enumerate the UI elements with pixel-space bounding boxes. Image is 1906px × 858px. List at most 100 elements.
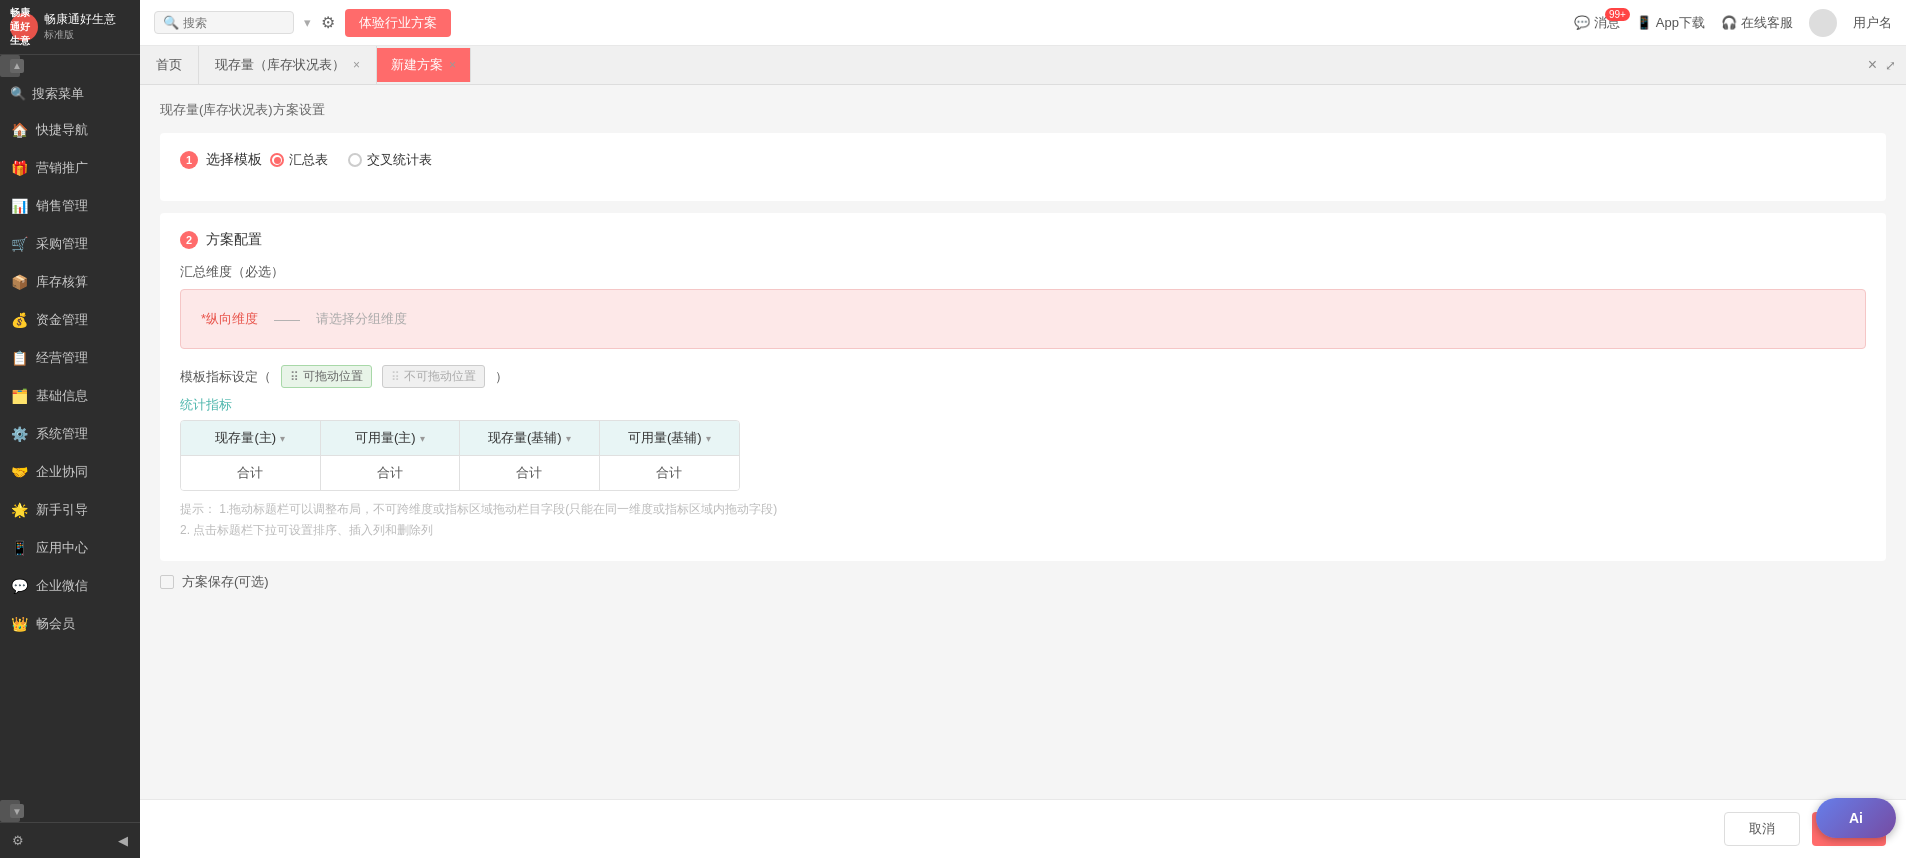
wechat-icon: 💬 bbox=[10, 577, 28, 595]
tab-home-label: 首页 bbox=[156, 56, 182, 74]
col2-chevron[interactable]: ▾ bbox=[420, 433, 425, 444]
col3-label: 现存量(基辅) bbox=[488, 429, 562, 447]
logo-icon: 畅康通好生意 bbox=[10, 13, 38, 41]
col4-chevron[interactable]: ▾ bbox=[706, 433, 711, 444]
stats-cell-3: 合计 bbox=[460, 456, 600, 490]
radio-summary-circle[interactable] bbox=[270, 153, 284, 167]
ai-bubble[interactable]: Ai bbox=[1816, 798, 1896, 838]
draggable-indicator: ⠿ 可拖动位置 bbox=[281, 365, 372, 388]
dimension-placeholder[interactable]: 请选择分组维度 bbox=[316, 310, 407, 328]
dimension-separator: —— bbox=[274, 312, 300, 327]
phone-icon: 📱 bbox=[1636, 15, 1652, 30]
app-name: 畅康通好生意 bbox=[44, 12, 116, 28]
newbie-icon: 🌟 bbox=[10, 501, 28, 519]
sidebar-item-label: 快捷导航 bbox=[36, 121, 88, 139]
sidebar-item-newbie[interactable]: 🌟 新手引导 bbox=[0, 491, 140, 529]
sidebar-nav: 🏠 快捷导航 🎁 营销推广 📊 销售管理 🛒 采购管理 📦 库存核算 💰 资金管… bbox=[0, 111, 140, 800]
scroll-down-icon[interactable]: ▼ bbox=[10, 804, 24, 818]
topbar-right: 💬 消息 99+ 📱 App下载 🎧 在线客服 用户名 bbox=[1574, 9, 1892, 37]
collapse-icon[interactable]: ◀ bbox=[118, 833, 128, 848]
indicator-settings-text: 模板指标设定（ bbox=[180, 368, 271, 386]
radio-cross[interactable]: 交叉统计表 bbox=[348, 151, 432, 169]
finance-icon: 💰 bbox=[10, 311, 28, 329]
sidebar-item-label: 库存核算 bbox=[36, 273, 88, 291]
sidebar-item-label: 销售管理 bbox=[36, 197, 88, 215]
system-icon: ⚙️ bbox=[10, 425, 28, 443]
sidebar-item-system[interactable]: ⚙️ 系统管理 bbox=[0, 415, 140, 453]
service-label: 在线客服 bbox=[1741, 14, 1793, 32]
sidebar-item-purchase[interactable]: 🛒 采购管理 bbox=[0, 225, 140, 263]
expand-window-btn[interactable]: ⤢ bbox=[1885, 58, 1896, 73]
message-icon: 💬 bbox=[1574, 15, 1590, 30]
sidebar-item-label: 基础信息 bbox=[36, 387, 88, 405]
app-version: 标准版 bbox=[44, 28, 116, 42]
template-radio-group: 汇总表 交叉统计表 bbox=[270, 151, 432, 169]
sidebar-item-operations[interactable]: 📋 经营管理 bbox=[0, 339, 140, 377]
non-draggable-label: 不可拖动位置 bbox=[404, 368, 476, 385]
sidebar-item-inventory[interactable]: 📦 库存核算 bbox=[0, 263, 140, 301]
headset-icon: 🎧 bbox=[1721, 15, 1737, 30]
draggable-label: 可拖动位置 bbox=[303, 368, 363, 385]
save-label: 方案保存(可选) bbox=[182, 573, 269, 591]
stats-col-header-4[interactable]: 可用量(基辅) ▾ bbox=[600, 421, 740, 455]
indicator-settings-non-drag-indicator: ⠿ 不可拖动位置 bbox=[382, 365, 485, 388]
scroll-up-btn[interactable]: ▲ bbox=[0, 55, 20, 77]
gear-icon[interactable]: ⚙ bbox=[321, 13, 335, 32]
close-window-btn[interactable]: × bbox=[1868, 56, 1877, 74]
step2-header: 2 方案配置 bbox=[180, 231, 1866, 249]
sidebar-item-wechat[interactable]: 💬 企业微信 bbox=[0, 567, 140, 605]
online-service-btn[interactable]: 🎧 在线客服 bbox=[1721, 14, 1793, 32]
sidebar-item-membership[interactable]: 👑 畅会员 bbox=[0, 605, 140, 643]
indicator-settings-label: 模板指标设定（ ⠿ 可拖动位置 ⠿ 不可拖动位置 ） bbox=[180, 365, 1866, 388]
sidebar-item-apps[interactable]: 📱 应用中心 bbox=[0, 529, 140, 567]
topbar-dropdown-icon[interactable]: ▾ bbox=[304, 15, 311, 30]
sidebar-item-basic-info[interactable]: 🗂️ 基础信息 bbox=[0, 377, 140, 415]
indicator-settings-suffix: ） bbox=[495, 368, 508, 386]
username-label[interactable]: 用户名 bbox=[1853, 14, 1892, 32]
app-download-label: App下载 bbox=[1656, 14, 1705, 32]
messages-btn[interactable]: 💬 消息 99+ bbox=[1574, 14, 1620, 32]
radio-cross-circle[interactable] bbox=[348, 153, 362, 167]
non-draggable-indicator: ⠿ 不可拖动位置 bbox=[382, 365, 485, 388]
settings-icon[interactable]: ⚙ bbox=[12, 833, 24, 848]
stats-col-header-1[interactable]: 现存量(主) ▾ bbox=[181, 421, 321, 455]
sidebar-logo: 畅康通好生意 畅康通好生意 标准版 bbox=[0, 0, 140, 55]
tab-new-plan-close[interactable]: × bbox=[449, 58, 456, 72]
sidebar-item-contracts[interactable]: 🤝 企业协同 bbox=[0, 453, 140, 491]
drag-icon: ⠿ bbox=[290, 370, 299, 384]
cancel-button[interactable]: 取消 bbox=[1724, 812, 1800, 846]
scroll-up-icon[interactable]: ▲ bbox=[10, 59, 24, 73]
step1-header: 1 选择模板 汇总表 交叉统计表 bbox=[180, 151, 1866, 169]
radio-cross-label: 交叉统计表 bbox=[367, 151, 432, 169]
tab-inventory-close[interactable]: × bbox=[353, 58, 360, 72]
col1-label: 现存量(主) bbox=[215, 429, 276, 447]
topbar-search-input[interactable] bbox=[183, 16, 263, 30]
stats-col-header-3[interactable]: 现存量(基辅) ▾ bbox=[460, 421, 600, 455]
tab-inventory-label: 现存量（库存状况表） bbox=[215, 56, 345, 74]
topbar-search-box[interactable]: 🔍 bbox=[154, 11, 294, 34]
tab-new-plan[interactable]: 新建方案 × bbox=[377, 48, 471, 82]
stats-col-header-2[interactable]: 可用量(主) ▾ bbox=[321, 421, 461, 455]
trial-btn[interactable]: 体验行业方案 bbox=[345, 9, 451, 37]
save-checkbox[interactable] bbox=[160, 575, 174, 589]
col1-chevron[interactable]: ▾ bbox=[280, 433, 285, 444]
sidebar-item-marketing[interactable]: 🎁 营销推广 bbox=[0, 149, 140, 187]
col3-chevron[interactable]: ▾ bbox=[566, 433, 571, 444]
app-download-btn[interactable]: 📱 App下载 bbox=[1636, 14, 1705, 32]
messages-badge: 99+ bbox=[1605, 8, 1630, 21]
sidebar-item-quick-nav[interactable]: 🏠 快捷导航 bbox=[0, 111, 140, 149]
sidebar-item-sales[interactable]: 📊 销售管理 bbox=[0, 187, 140, 225]
radio-summary[interactable]: 汇总表 bbox=[270, 151, 328, 169]
sidebar-item-finance[interactable]: 💰 资金管理 bbox=[0, 301, 140, 339]
tab-home[interactable]: 首页 bbox=[140, 46, 199, 84]
sidebar-search-item[interactable]: 🔍 搜索菜单 bbox=[0, 77, 140, 111]
stats-table-row: 合计 合计 合计 合计 bbox=[181, 455, 739, 490]
save-option: 方案保存(可选) bbox=[160, 573, 1886, 591]
sidebar-item-label: 经营管理 bbox=[36, 349, 88, 367]
scroll-down-btn[interactable]: ▼ bbox=[0, 800, 20, 822]
tip-line-2: 2. 点击标题栏下拉可设置排序、插入列和删除列 bbox=[180, 522, 1866, 539]
sidebar: 畅康通好生意 畅康通好生意 标准版 ▲ 🔍 搜索菜单 🏠 快捷导航 🎁 营销推广… bbox=[0, 0, 140, 858]
tab-inventory-status[interactable]: 现存量（库存状况表） × bbox=[199, 46, 377, 84]
step2-section: 2 方案配置 汇总维度（必选） *纵向维度 —— 请选择分组维度 模板指标设定（… bbox=[160, 213, 1886, 561]
topbar: 🔍 ▾ ⚙ 体验行业方案 💬 消息 99+ 📱 App下载 🎧 在线客服 用户名 bbox=[140, 0, 1906, 46]
